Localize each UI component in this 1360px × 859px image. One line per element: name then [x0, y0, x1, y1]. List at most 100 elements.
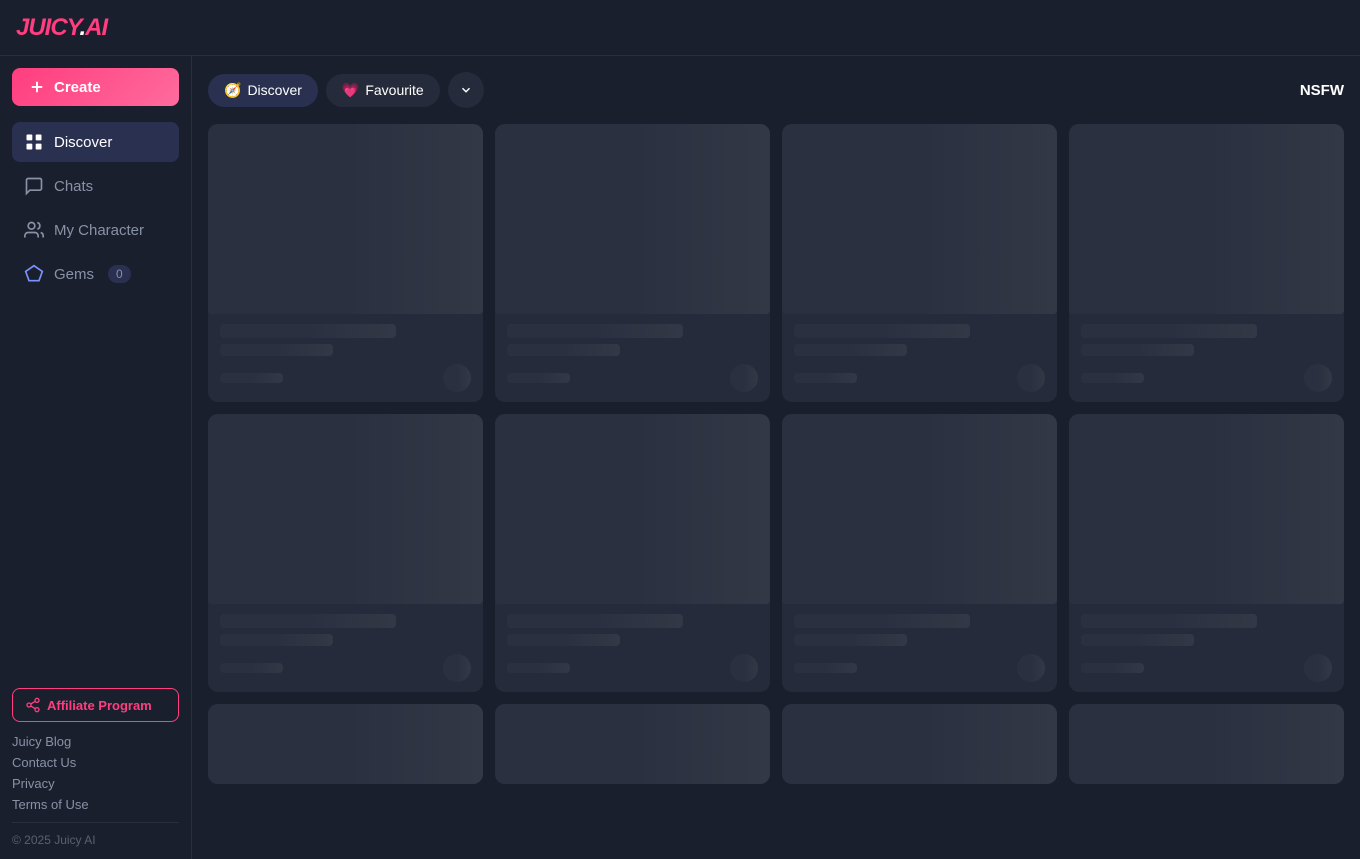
sidebar-item-label: Discover	[54, 134, 112, 151]
skeleton-title	[794, 324, 970, 338]
sidebar-footer: Affiliate Program Juicy Blog Contact Us …	[12, 672, 179, 847]
card[interactable]	[1069, 124, 1344, 402]
footer-links: Juicy Blog Contact Us Privacy Terms of U…	[12, 734, 179, 812]
affiliate-button[interactable]: Affiliate Program	[12, 688, 179, 722]
footer-link-blog[interactable]: Juicy Blog	[12, 734, 179, 749]
skeleton-avatar	[443, 364, 471, 392]
skeleton-tag	[220, 663, 283, 673]
sidebar-item-gems[interactable]: Gems 0	[12, 254, 179, 294]
skeleton-avatar	[1017, 654, 1045, 682]
card-image-skeleton	[782, 414, 1057, 604]
create-button[interactable]: Create	[12, 68, 179, 106]
gems-badge: 0	[108, 265, 131, 283]
skeleton-subtitle	[220, 344, 333, 356]
skeleton-avatar	[1304, 364, 1332, 392]
sidebar-item-label: Gems	[54, 266, 94, 283]
skeleton-tag	[507, 663, 570, 673]
skeleton-avatar	[443, 654, 471, 682]
sidebar-item-my-character[interactable]: My Character	[12, 210, 179, 250]
card[interactable]	[1069, 704, 1344, 784]
sidebar: Create Discover Chats	[0, 56, 192, 859]
skeleton-tag	[507, 373, 570, 383]
logo: JUICY.AI	[16, 14, 107, 42]
main-layout: Create Discover Chats	[0, 56, 1360, 859]
tab-discover[interactable]: 🧭 Discover	[208, 74, 318, 107]
affiliate-label: Affiliate Program	[47, 698, 152, 713]
card-image-skeleton	[495, 124, 770, 314]
card-image-skeleton	[1069, 414, 1344, 604]
skeleton-tag	[794, 663, 857, 673]
footer-link-terms[interactable]: Terms of Use	[12, 797, 179, 812]
chat-icon	[24, 176, 44, 196]
card-image-skeleton	[208, 124, 483, 314]
copyright: © 2025 Juicy AI	[12, 822, 179, 847]
card-meta	[507, 654, 758, 682]
card[interactable]	[1069, 414, 1344, 692]
tab-favourite[interactable]: 💗 Favourite	[326, 74, 440, 107]
card[interactable]	[495, 704, 770, 784]
card-info	[208, 314, 483, 402]
card[interactable]	[208, 414, 483, 692]
discover-emoji: 🧭	[224, 82, 241, 99]
card-meta	[220, 654, 471, 682]
skeleton-title	[220, 614, 396, 628]
card-info	[1069, 314, 1344, 402]
skeleton-avatar	[730, 654, 758, 682]
card-image-skeleton	[495, 414, 770, 604]
skeleton-avatar	[730, 364, 758, 392]
skeleton-title	[220, 324, 396, 338]
card-grid	[208, 124, 1344, 784]
gem-icon	[24, 264, 44, 284]
card[interactable]	[495, 414, 770, 692]
skeleton-title	[507, 614, 683, 628]
card-meta	[1081, 364, 1332, 392]
skeleton-subtitle	[507, 344, 620, 356]
card[interactable]	[782, 704, 1057, 784]
footer-link-contact[interactable]: Contact Us	[12, 755, 179, 770]
skeleton-avatar	[1017, 364, 1045, 392]
nav-items: Discover Chats My Character	[12, 122, 179, 672]
skeleton-subtitle	[794, 344, 907, 356]
card[interactable]	[208, 704, 483, 784]
card-meta	[794, 654, 1045, 682]
affiliate-icon	[25, 697, 41, 713]
nsfw-label: NSFW	[1300, 82, 1344, 99]
card-meta	[1081, 654, 1332, 682]
card-meta	[507, 364, 758, 392]
top-bar: 🧭 Discover 💗 Favourite NSFW	[208, 72, 1344, 108]
header: JUICY.AI	[0, 0, 1360, 56]
skeleton-tag	[794, 373, 857, 383]
sidebar-item-label: My Character	[54, 222, 144, 239]
card-image-skeleton	[208, 704, 483, 784]
footer-link-privacy[interactable]: Privacy	[12, 776, 179, 791]
card[interactable]	[782, 124, 1057, 402]
card[interactable]	[495, 124, 770, 402]
skeleton-title	[794, 614, 970, 628]
card-meta	[220, 364, 471, 392]
skeleton-subtitle	[220, 634, 333, 646]
content-area: 🧭 Discover 💗 Favourite NSFW	[192, 56, 1360, 859]
card-info	[495, 314, 770, 402]
card-info	[782, 604, 1057, 692]
chevron-down-icon	[459, 83, 473, 97]
skeleton-subtitle	[794, 634, 907, 646]
card-image-skeleton	[782, 704, 1057, 784]
card-info	[208, 604, 483, 692]
grid-icon	[24, 132, 44, 152]
card-image-skeleton	[1069, 704, 1344, 784]
plus-icon	[28, 78, 46, 96]
favourite-emoji: 💗	[342, 82, 359, 99]
card-image-skeleton	[208, 414, 483, 604]
skeleton-tag	[220, 373, 283, 383]
skeleton-subtitle	[507, 634, 620, 646]
card[interactable]	[782, 414, 1057, 692]
card-info	[495, 604, 770, 692]
person-icon	[24, 220, 44, 240]
skeleton-subtitle	[1081, 634, 1194, 646]
dropdown-button[interactable]	[448, 72, 484, 108]
skeleton-title	[507, 324, 683, 338]
card-info	[1069, 604, 1344, 692]
sidebar-item-chats[interactable]: Chats	[12, 166, 179, 206]
sidebar-item-discover[interactable]: Discover	[12, 122, 179, 162]
card[interactable]	[208, 124, 483, 402]
